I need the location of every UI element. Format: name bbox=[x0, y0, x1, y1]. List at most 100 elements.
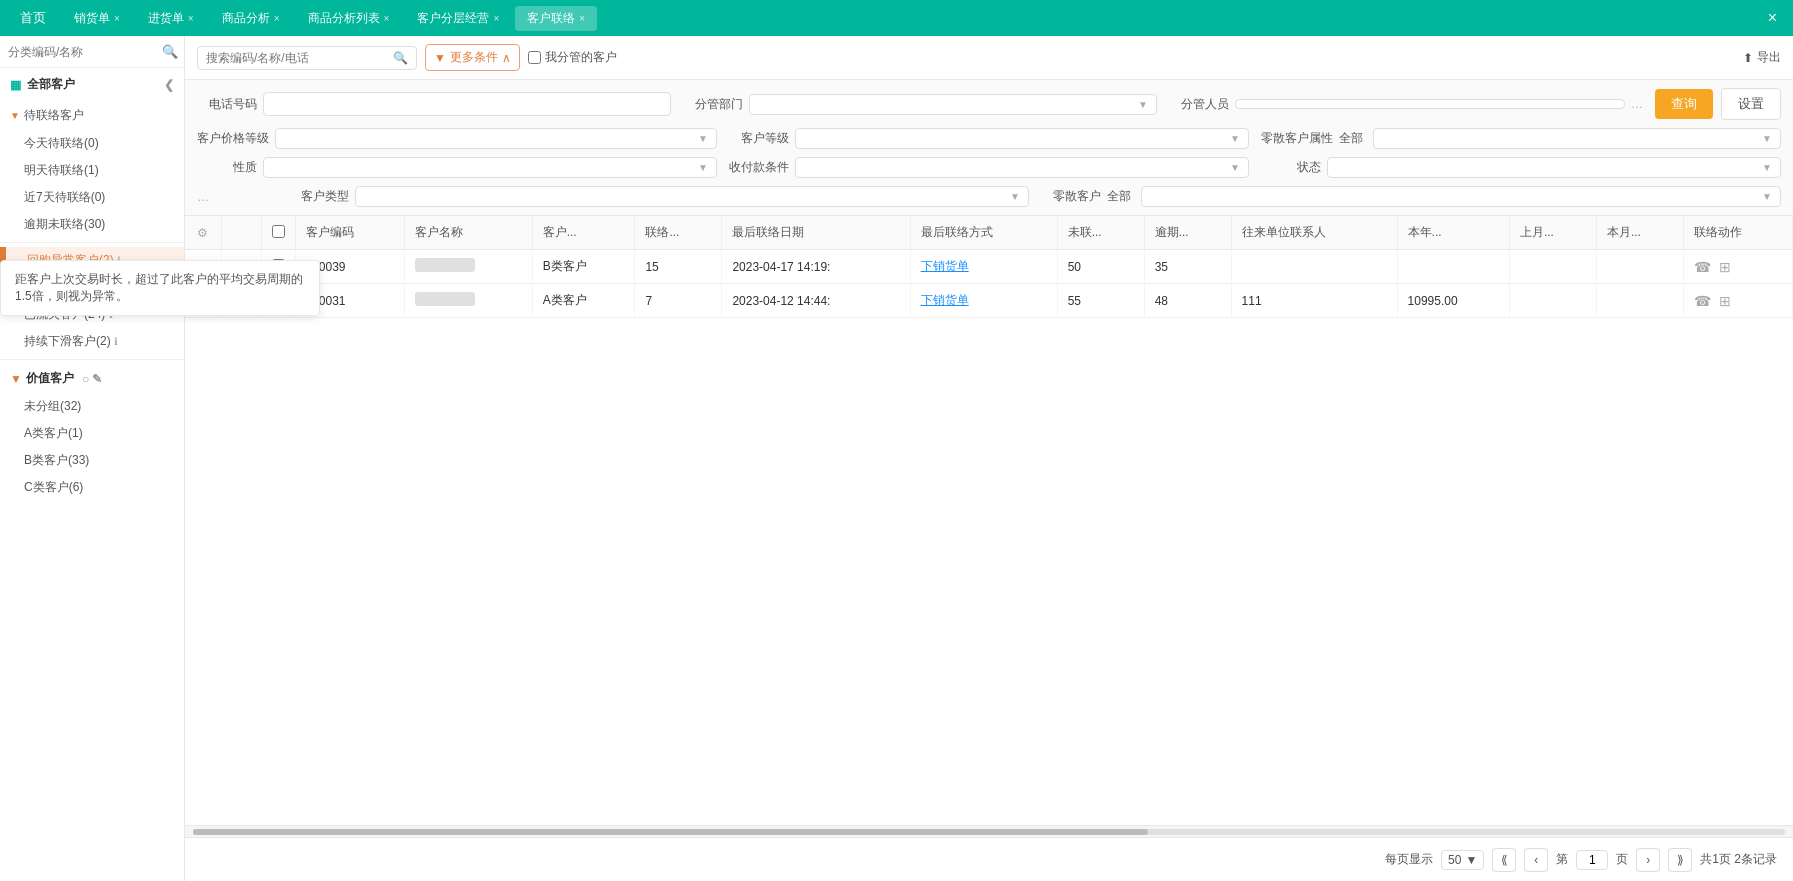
table-scroll-wrapper: ⚙ 客户编码 客户名称 客户... 联络... 最后联络日期 最后联络方式 未联… bbox=[185, 216, 1793, 825]
nav-tab-analysis-list[interactable]: 商品分析列表 × bbox=[296, 6, 402, 31]
nav-tab-purchase[interactable]: 进货单 × bbox=[136, 6, 206, 31]
col-type-header: 客户... bbox=[532, 216, 635, 250]
more-filters-btn[interactable]: ▼ 更多条件 ∧ bbox=[425, 44, 520, 71]
nav-tab-home[interactable]: 首页 bbox=[8, 5, 58, 31]
total-label: 共1页 2条记录 bbox=[1700, 851, 1777, 868]
dept-select[interactable]: ▼ bbox=[749, 94, 1157, 115]
sidebar-item-7days[interactable]: 近7天待联络(0) bbox=[0, 184, 184, 211]
query-btn[interactable]: 查询 bbox=[1655, 89, 1713, 119]
sidebar-item-today[interactable]: 今天待联络(0) bbox=[0, 130, 184, 157]
col-contact-header: 联络... bbox=[635, 216, 722, 250]
close-customer-tier-icon[interactable]: × bbox=[493, 13, 499, 24]
sidebar-item-a-class[interactable]: A类客户(1) bbox=[0, 420, 184, 447]
filter-rows: 电话号码 分管部门 ▼ 分管人员 … bbox=[185, 80, 1793, 216]
contact-cell: 7 bbox=[635, 284, 722, 318]
window-close-icon[interactable]: × bbox=[1760, 9, 1785, 27]
export-btn[interactable]: ⬆ 导出 bbox=[1743, 49, 1781, 66]
search-icon: 🔍 bbox=[393, 51, 408, 65]
method-link[interactable]: 下销货单 bbox=[921, 293, 969, 307]
select-all-checkbox[interactable] bbox=[272, 225, 285, 238]
settings-btn[interactable]: 设置 bbox=[1721, 88, 1781, 120]
col-settings[interactable]: ⚙ bbox=[185, 216, 221, 250]
scrollbar-thumb[interactable] bbox=[193, 829, 1148, 835]
customer-level-select[interactable]: ▼ bbox=[795, 128, 1249, 149]
close-sales-icon[interactable]: × bbox=[114, 13, 120, 24]
action-cell: ☎ ⊞ bbox=[1683, 250, 1792, 284]
row4-dots[interactable]: … bbox=[197, 190, 209, 204]
ctype-select[interactable]: ▼ bbox=[355, 186, 1029, 207]
phone-label: 电话号码 bbox=[197, 96, 257, 113]
search-input[interactable] bbox=[206, 51, 389, 65]
action-icons: ☎ ⊞ bbox=[1694, 293, 1782, 309]
nature-select[interactable]: ▼ bbox=[263, 157, 717, 178]
sidebar-search-input[interactable] bbox=[8, 45, 158, 59]
phone-action-icon[interactable]: ☎ bbox=[1694, 293, 1711, 309]
chevron-icon: ∧ bbox=[502, 51, 511, 65]
close-purchase-icon[interactable]: × bbox=[188, 13, 194, 24]
close-analysis-list-icon[interactable]: × bbox=[384, 13, 390, 24]
pagination-bar: 每页显示 50 ▼ ⟪ ‹ 第 页 › ⟫ 共1页 2条记录 bbox=[185, 837, 1793, 881]
last-date-cell: 2023-04-12 14:44: bbox=[722, 284, 910, 318]
edit-icon[interactable]: ○ ✎ bbox=[82, 372, 103, 386]
last-method-cell[interactable]: 下销货单 bbox=[910, 284, 1057, 318]
per-page-label: 每页显示 bbox=[1385, 851, 1433, 868]
filter-cell-dept: 分管部门 ▼ bbox=[683, 94, 1157, 115]
value-group-header[interactable]: ▼ 价值客户 ○ ✎ bbox=[0, 364, 184, 393]
col-check-header[interactable] bbox=[261, 216, 295, 250]
manager-select[interactable] bbox=[1235, 99, 1625, 109]
prev-page-btn[interactable]: ‹ bbox=[1524, 848, 1548, 872]
sidebar-item-b-class[interactable]: B类客户(33) bbox=[0, 447, 184, 474]
status-arrow: ▼ bbox=[1762, 162, 1772, 173]
my-customers-checkbox-label[interactable]: 我分管的客户 bbox=[528, 49, 617, 66]
per-page-select[interactable]: 50 ▼ bbox=[1441, 850, 1484, 870]
col-unreached-header: 未联... bbox=[1057, 216, 1144, 250]
all-customers-label: 全部客户 bbox=[27, 76, 75, 93]
sidebar-item-tomorrow[interactable]: 明天待联络(1) bbox=[0, 157, 184, 184]
sidebar: 🔍 ▦ 全部客户 ❮ ▼ 待联络客户 今天待联络(0) 明天待联络(1) 近7天… bbox=[0, 36, 185, 881]
col-code-header: 客户编码 bbox=[295, 216, 404, 250]
type-cell: A类客户 bbox=[532, 284, 635, 318]
sidebar-item-ungrouped[interactable]: 未分组(32) bbox=[0, 393, 184, 420]
sidebar-item-declining[interactable]: 持续下滑客户(2) ℹ bbox=[0, 328, 184, 355]
first-page-btn[interactable]: ⟪ bbox=[1492, 848, 1516, 872]
last-method-cell[interactable]: 下销货单 bbox=[910, 250, 1057, 284]
more-action-icon[interactable]: ⊞ bbox=[1719, 259, 1731, 275]
sidebar-search[interactable]: 🔍 bbox=[0, 36, 184, 68]
retail-select[interactable]: ▼ bbox=[1141, 186, 1781, 207]
price-level-select[interactable]: ▼ bbox=[275, 128, 717, 149]
payment-select[interactable]: ▼ bbox=[795, 157, 1249, 178]
filter-cell-dots: … bbox=[197, 190, 277, 204]
phone-input[interactable] bbox=[263, 92, 671, 116]
nav-tab-sales[interactable]: 销货单 × bbox=[62, 6, 132, 31]
name-cell bbox=[404, 250, 532, 284]
search-box[interactable]: 🔍 bbox=[197, 46, 417, 70]
nav-tab-customer-contact[interactable]: 客户联络 × bbox=[515, 6, 597, 31]
close-customer-contact-icon[interactable]: × bbox=[579, 13, 585, 24]
status-label: 状态 bbox=[1261, 159, 1321, 176]
collapse-icon[interactable]: ❮ bbox=[164, 78, 174, 92]
nav-tab-analysis[interactable]: 商品分析 × bbox=[210, 6, 292, 31]
retail-arrow: ▼ bbox=[1762, 191, 1772, 202]
sidebar-item-c-class[interactable]: C类客户(6) bbox=[0, 474, 184, 501]
last-page-btn[interactable]: ⟫ bbox=[1668, 848, 1692, 872]
my-customers-checkbox[interactable] bbox=[528, 51, 541, 64]
retail-label: 零散客户 bbox=[1041, 188, 1101, 205]
pending-contact-group[interactable]: ▼ 待联络客户 bbox=[0, 101, 184, 130]
sidebar-search-icon: 🔍 bbox=[162, 44, 178, 59]
col-overdue-header: 逾期... bbox=[1144, 216, 1231, 250]
name-cell bbox=[404, 284, 532, 318]
phone-action-icon[interactable]: ☎ bbox=[1694, 259, 1711, 275]
status-select[interactable]: ▼ bbox=[1327, 157, 1781, 178]
retail-attr-select[interactable]: ▼ bbox=[1373, 128, 1781, 149]
close-analysis-icon[interactable]: × bbox=[274, 13, 280, 24]
all-customers-header[interactable]: ▦ 全部客户 ❮ bbox=[0, 68, 184, 101]
method-link[interactable]: 下销货单 bbox=[921, 259, 969, 273]
more-action-icon[interactable]: ⊞ bbox=[1719, 293, 1731, 309]
page-num-input[interactable] bbox=[1576, 850, 1608, 870]
bottom-scrollbar[interactable] bbox=[185, 825, 1793, 837]
next-page-btn[interactable]: › bbox=[1636, 848, 1660, 872]
related-person-cell bbox=[1231, 250, 1397, 284]
nav-tab-customer-tier[interactable]: 客户分层经营 × bbox=[405, 6, 511, 31]
dots-icon[interactable]: … bbox=[1631, 97, 1643, 111]
sidebar-item-overdue[interactable]: 逾期未联络(30) bbox=[0, 211, 184, 238]
